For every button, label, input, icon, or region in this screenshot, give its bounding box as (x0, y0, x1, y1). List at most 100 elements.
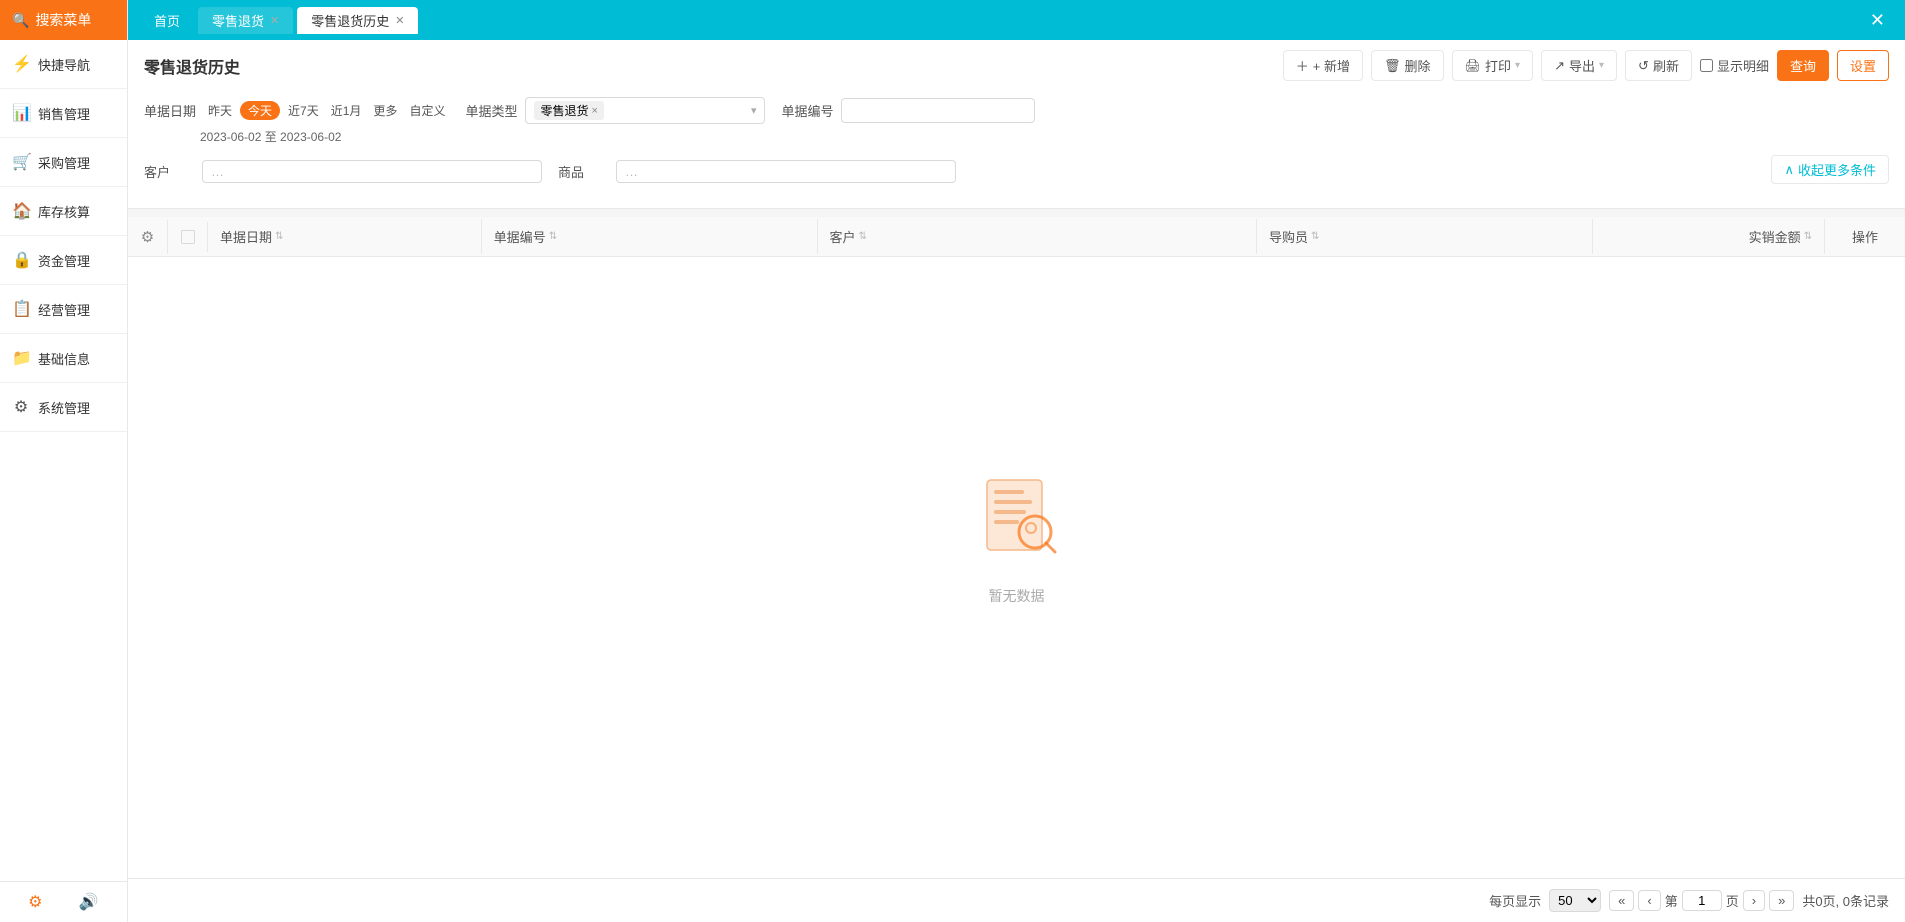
sidebar-item-label: 快捷导航 (38, 55, 90, 74)
display-detail-checkbox-wrapper[interactable]: 显示明细 (1700, 56, 1769, 75)
sidebar-item-operations[interactable]: 📋 经营管理 (0, 285, 127, 334)
sidebar: 🔍 搜索菜单 ⚡ 快捷导航 📊 销售管理 🛒 采购管理 🏠 库存核算 🔒 资金管… (0, 0, 128, 922)
th-customer: 客户 ⇅ (818, 219, 1257, 254)
th-amount: 实销金额 ⇅ (1593, 219, 1825, 254)
doc-type-dropdown-icon: ▾ (751, 104, 757, 117)
date-today[interactable]: 今天 (240, 101, 280, 120)
doc-type-tag-close[interactable]: × (591, 105, 597, 117)
delete-icon: 🗑 (1384, 58, 1401, 74)
display-detail-checkbox[interactable] (1700, 59, 1713, 72)
doc-type-select[interactable]: 零售退货 × ▾ (525, 97, 765, 124)
quick-nav-icon: ⚡ (12, 54, 30, 74)
date-last7[interactable]: 近7天 (284, 101, 323, 120)
tab-retail-return-history-close[interactable]: ✕ (395, 14, 404, 27)
th-number-label: 单据编号 (494, 227, 546, 246)
sales-icon: 📊 (12, 103, 30, 123)
th-guide: 导购员 ⇅ (1257, 219, 1593, 254)
column-settings-icon[interactable]: ⚙ (141, 228, 154, 246)
first-page-button[interactable]: « (1609, 890, 1634, 911)
print-dropdown-icon: ▾ (1515, 60, 1520, 71)
finance-icon: 🔒 (12, 250, 30, 270)
tab-retail-return[interactable]: 零售退货 ✕ (198, 7, 293, 34)
guide-sort-icon[interactable]: ⇅ (1311, 231, 1319, 242)
delete-button[interactable]: 🗑 删除 (1371, 50, 1444, 81)
empty-illustration (967, 470, 1067, 570)
page-title-bar: 零售退货历史 ＋ + 新增 🗑 删除 🖨 打印 ▾ (144, 50, 1889, 81)
customer-filter: 客户 … (144, 160, 542, 183)
product-placeholder: … (625, 164, 947, 179)
product-input[interactable]: … (616, 160, 956, 183)
close-all-tabs-button[interactable]: ✕ (1862, 10, 1893, 31)
next-page-button[interactable]: › (1743, 890, 1765, 911)
doc-number-input[interactable] (841, 98, 1035, 123)
page-unit: 页 (1726, 891, 1739, 910)
product-filter: 商品 … (558, 160, 956, 183)
tab-retail-return-label: 零售退货 (212, 11, 264, 30)
sidebar-item-quick-nav[interactable]: ⚡ 快捷导航 (0, 40, 127, 89)
number-sort-icon[interactable]: ⇅ (549, 231, 557, 242)
tab-home[interactable]: 首页 (140, 7, 194, 34)
doc-type-filter: 单据类型 零售退货 × ▾ (465, 97, 765, 124)
topbar: 首页 零售退货 ✕ 零售退货历史 ✕ ✕ (128, 0, 1905, 40)
th-customer-label: 客户 (830, 227, 856, 246)
customer-input[interactable]: … (202, 160, 542, 183)
sidebar-item-label: 采购管理 (38, 153, 90, 172)
page-number-input[interactable] (1682, 890, 1722, 911)
page-prefix: 第 (1665, 891, 1678, 910)
th-settings[interactable]: ⚙ (128, 220, 168, 254)
page-content: 零售退货历史 ＋ + 新增 🗑 删除 🖨 打印 ▾ (128, 40, 1905, 922)
page-size-select[interactable]: 50 20 100 (1549, 889, 1601, 912)
inventory-icon: 🏠 (12, 201, 30, 221)
th-guide-label: 导购员 (1269, 227, 1308, 246)
doc-type-tag: 零售退货 × (534, 101, 603, 120)
collapse-filter-button[interactable]: ∧ 收起更多条件 (1771, 155, 1889, 184)
sidebar-item-basic-info[interactable]: 📁 基础信息 (0, 334, 127, 383)
sidebar-item-sales[interactable]: 📊 销售管理 (0, 89, 127, 138)
empty-state: 暂无数据 (128, 257, 1905, 878)
customer-placeholder: … (211, 164, 533, 179)
query-button[interactable]: 查询 (1777, 50, 1829, 81)
page-title: 零售退货历史 (144, 54, 240, 78)
last-page-button[interactable]: » (1769, 890, 1794, 911)
prev-page-button[interactable]: ‹ (1638, 890, 1660, 911)
date-sort-icon[interactable]: ⇅ (275, 231, 283, 242)
sidebar-item-finance[interactable]: 🔒 资金管理 (0, 236, 127, 285)
th-checkbox (168, 222, 208, 252)
date-last-month[interactable]: 近1月 (327, 101, 366, 120)
tab-retail-return-history[interactable]: 零售退货历史 ✕ (297, 7, 418, 34)
settings-button[interactable]: 设置 (1837, 50, 1889, 81)
export-icon: ↗ (1554, 58, 1565, 74)
th-action-label: 操作 (1852, 227, 1878, 246)
sidebar-item-system[interactable]: ⚙ 系统管理 (0, 383, 127, 432)
th-number: 单据编号 ⇅ (482, 219, 818, 254)
amount-sort-icon[interactable]: ⇅ (1804, 231, 1812, 242)
settings-footer-icon[interactable]: ⚙ (28, 892, 42, 912)
select-all-checkbox[interactable] (181, 230, 195, 244)
table-area: ⚙ 单据日期 ⇅ 单据编号 ⇅ 客户 ⇅ 导购员 (128, 217, 1905, 922)
customer-label: 客户 (144, 162, 194, 181)
sidebar-item-purchase[interactable]: 🛒 采购管理 (0, 138, 127, 187)
add-icon: ＋ (1296, 56, 1309, 75)
print-icon: 🖨 (1465, 58, 1482, 74)
date-more[interactable]: 更多 (369, 101, 401, 120)
date-custom[interactable]: 自定义 (405, 101, 449, 120)
sidebar-item-inventory[interactable]: 🏠 库存核算 (0, 187, 127, 236)
print-button[interactable]: 🖨 打印 ▾ (1452, 50, 1534, 81)
th-action: 操作 (1825, 219, 1905, 254)
date-range-row: 2023-06-02 至 2023-06-02 (144, 128, 1889, 145)
product-label: 商品 (558, 162, 608, 181)
refresh-button[interactable]: ↺ 刷新 (1625, 50, 1692, 81)
basic-info-icon: 📁 (12, 348, 30, 368)
tab-retail-return-close[interactable]: ✕ (270, 14, 279, 27)
add-button[interactable]: ＋ + 新增 (1283, 50, 1363, 81)
main-content: 首页 零售退货 ✕ 零售退货历史 ✕ ✕ 零售退货历史 ＋ + 新增 🗑 (128, 0, 1905, 922)
doc-type-label: 单据类型 (465, 101, 517, 120)
customer-sort-icon[interactable]: ⇅ (859, 231, 867, 242)
sound-footer-icon[interactable]: 🔊 (79, 892, 99, 912)
sidebar-search-button[interactable]: 🔍 搜索菜单 (0, 0, 127, 40)
table-header: ⚙ 单据日期 ⇅ 单据编号 ⇅ 客户 ⇅ 导购员 (128, 217, 1905, 257)
sidebar-item-label: 基础信息 (38, 349, 90, 368)
export-button[interactable]: ↗ 导出 ▾ (1541, 50, 1617, 81)
date-yesterday[interactable]: 昨天 (204, 101, 236, 120)
sidebar-item-label: 系统管理 (38, 398, 90, 417)
